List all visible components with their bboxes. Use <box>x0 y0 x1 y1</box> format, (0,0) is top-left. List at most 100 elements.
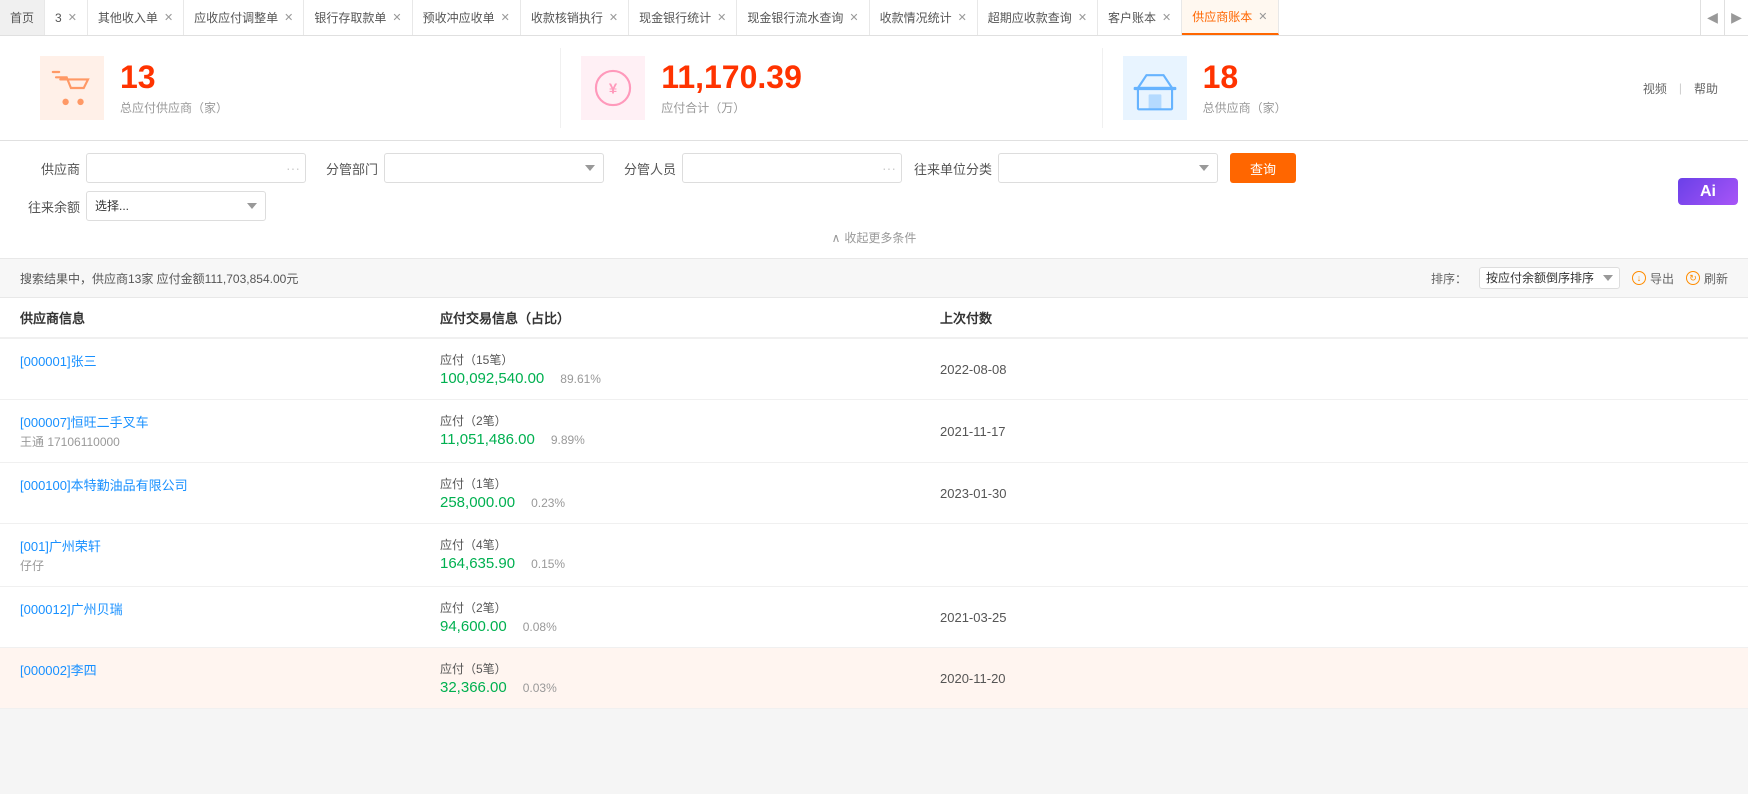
row-lastpay-cell: 2020-11-20 <box>940 660 1728 696</box>
table-row[interactable]: [000001]张三 应付（15笔） 100,092,540.00 89.61%… <box>0 339 1748 400</box>
table-row[interactable]: [001]广州荣轩 仔仔 应付（4笔） 164,635.90 0.15% <box>0 524 1748 587</box>
trans-amount: 100,092,540.00 <box>440 370 544 387</box>
supplier-link[interactable]: [001]广州荣轩 <box>20 536 440 555</box>
row-supplier-cell: [000007]恒旺二手叉车 王通 17106110000 <box>20 412 440 450</box>
row-lastpay-cell: 2022-08-08 <box>940 351 1728 387</box>
supplier-link[interactable]: [000001]张三 <box>20 351 440 370</box>
export-label: 导出 <box>1650 270 1674 287</box>
stat-number-total-suppliers: 18 <box>1203 60 1287 95</box>
collapse-label: 收起更多条件 <box>844 229 916 246</box>
close-tab-cashbank-stat[interactable]: ✕ <box>717 11 726 24</box>
row-lastpay-cell: 2021-03-25 <box>940 599 1728 635</box>
close-tab-other-income[interactable]: ✕ <box>164 11 173 24</box>
supplier-input[interactable] <box>86 153 306 183</box>
nav-tab-cashbank-flow[interactable]: 现金银行流水查询 ✕ <box>737 0 869 35</box>
table-row[interactable]: [000007]恒旺二手叉车 王通 17106110000 应付（2笔） 11,… <box>0 400 1748 463</box>
table-row[interactable]: [000012]广州贝瑞 应付（2笔） 94,600.00 0.08% 2021… <box>0 587 1748 648</box>
query-button[interactable]: 查询 <box>1230 153 1296 183</box>
trans-label: 应付（2笔） <box>440 412 940 429</box>
collapse-button[interactable]: ∧ 收起更多条件 <box>832 229 917 246</box>
row-transaction-cell: 应付（4笔） 164,635.90 0.15% <box>440 536 940 574</box>
close-tab-supplier-book[interactable]: ✕ <box>1258 10 1267 23</box>
row-transaction-cell: 应付（2笔） 11,051,486.00 9.89% <box>440 412 940 450</box>
table-header: 供应商信息 应付交易信息（占比） 上次付数 <box>0 298 1748 339</box>
sort-select[interactable]: 按应付余额倒序排序 <box>1479 267 1620 289</box>
category-select[interactable] <box>998 153 1218 183</box>
col-header-supplier: 供应商信息 <box>20 308 440 327</box>
video-link[interactable]: 视频 <box>1643 80 1667 97</box>
supplier-dots-icon[interactable]: ··· <box>286 160 300 176</box>
supplier-link[interactable]: [000002]李四 <box>20 660 440 679</box>
sort-label: 排序： <box>1431 270 1467 287</box>
close-tab-bank[interactable]: ✕ <box>392 11 401 24</box>
balance-select[interactable]: 选择... <box>86 191 266 221</box>
export-button[interactable]: ↓ 导出 <box>1632 270 1674 287</box>
nav-next-arrow[interactable]: ▶ <box>1724 0 1748 36</box>
col-header-transaction: 应付交易信息（占比） <box>440 308 940 327</box>
nav-tab-prepay[interactable]: 预收冲应收单 ✕ <box>413 0 521 35</box>
nav-tab-verify[interactable]: 收款核销执行 ✕ <box>521 0 629 35</box>
stat-block-suppliers: 13 总应付供应商（家） <box>20 48 560 128</box>
supplier-input-wrapper: ··· <box>86 153 306 183</box>
stat-label-total-suppliers: 总供应商（家） <box>1203 99 1287 116</box>
close-tab-customer-book[interactable]: ✕ <box>1162 11 1171 24</box>
payable-icon: ¥ <box>581 56 645 120</box>
row-transaction-cell: 应付（5笔） 32,366.00 0.03% <box>440 660 940 696</box>
main-table: 供应商信息 应付交易信息（占比） 上次付数 [000001]张三 应付（15笔）… <box>0 298 1748 709</box>
results-actions: 排序： 按应付余额倒序排序 ↓ 导出 ↻ 刷新 <box>1431 267 1728 289</box>
search-row-1: 供应商 ··· 分管部门 分管人员 ··· 往来单位分类 <box>20 153 1728 183</box>
nav-tab-customer-book[interactable]: 客户账本 ✕ <box>1098 0 1182 35</box>
dept-label: 分管部门 <box>318 159 378 178</box>
nav-tab-other-income[interactable]: 其他收入单 ✕ <box>88 0 184 35</box>
nav-tab-cashbank-stat[interactable]: 现金银行统计 ✕ <box>629 0 737 35</box>
nav-tab-overdue[interactable]: 超期应收款查询 ✕ <box>978 0 1098 35</box>
nav-tab-receipt-stat[interactable]: 收款情况统计 ✕ <box>870 0 978 35</box>
stats-header: 13 总应付供应商（家） ¥ 11,170.39 应付合计（万） <box>0 36 1748 141</box>
table-row[interactable]: [000100]本特勤油品有限公司 应付（1笔） 258,000.00 0.23… <box>0 463 1748 524</box>
trans-percent: 0.03% <box>523 681 557 695</box>
trans-amount-row: 164,635.90 0.15% <box>440 555 940 572</box>
close-tab-receipt-stat[interactable]: ✕ <box>958 11 967 24</box>
close-tab-cashbank-flow[interactable]: ✕ <box>849 11 858 24</box>
trans-percent: 9.89% <box>551 433 585 447</box>
nav-prev-arrow[interactable]: ◀ <box>1700 0 1724 36</box>
row-supplier-cell: [001]广州荣轩 仔仔 <box>20 536 440 574</box>
ai-badge[interactable]: Ai <box>1678 178 1738 205</box>
row-transaction-cell: 应付（15笔） 100,092,540.00 89.61% <box>440 351 940 387</box>
trans-percent: 0.08% <box>523 620 557 634</box>
trans-amount-row: 11,051,486.00 9.89% <box>440 431 940 448</box>
balance-label: 往来余额 <box>20 197 80 216</box>
search-field-category: 往来单位分类 <box>914 153 1218 183</box>
close-tab-prepay[interactable]: ✕ <box>501 11 510 24</box>
nav-tab-supplier-book[interactable]: 供应商账本 ✕ <box>1182 0 1278 35</box>
nav-tab-home[interactable]: 首页 <box>0 0 45 35</box>
close-tab-verify[interactable]: ✕ <box>609 11 618 24</box>
close-tab-3[interactable]: ✕ <box>68 11 77 24</box>
results-bar: 搜索结果中，供应商13家 应付金额111,703,854.00元 排序： 按应付… <box>0 259 1748 298</box>
stat-content-suppliers: 13 总应付供应商（家） <box>120 60 228 116</box>
refresh-button[interactable]: ↻ 刷新 <box>1686 270 1728 287</box>
row-supplier-cell: [000002]李四 <box>20 660 440 696</box>
dept-select[interactable] <box>384 153 604 183</box>
col-header-lastpay: 上次付数 <box>940 308 1728 327</box>
close-tab-overdue[interactable]: ✕ <box>1078 11 1087 24</box>
results-summary: 搜索结果中，供应商13家 应付金额111,703,854.00元 <box>20 270 298 287</box>
stat-label-payable: 应付合计（万） <box>661 99 802 116</box>
person-dots-icon[interactable]: ··· <box>882 160 896 176</box>
supplier-link[interactable]: [000007]恒旺二手叉车 <box>20 412 440 431</box>
table-row[interactable]: [000002]李四 应付（5笔） 32,366.00 0.03% 2020-1… <box>0 648 1748 709</box>
nav-tab-adjustment[interactable]: 应收应付调整单 ✕ <box>184 0 304 35</box>
close-tab-adjustment[interactable]: ✕ <box>284 11 293 24</box>
trans-label: 应付（5笔） <box>440 660 940 677</box>
help-link[interactable]: 帮助 <box>1694 80 1718 97</box>
trans-percent: 0.23% <box>531 496 565 510</box>
person-label: 分管人员 <box>616 159 676 178</box>
top-navigation: 首页 3 ✕ 其他收入单 ✕ 应收应付调整单 ✕ 银行存取款单 ✕ 预收冲应收单… <box>0 0 1748 36</box>
supplier-link[interactable]: [000012]广州贝瑞 <box>20 599 440 618</box>
trans-label: 应付（1笔） <box>440 475 940 492</box>
search-field-person: 分管人员 ··· <box>616 153 902 183</box>
nav-tab-bank[interactable]: 银行存取款单 ✕ <box>304 0 412 35</box>
person-input[interactable] <box>682 153 902 183</box>
supplier-link[interactable]: [000100]本特勤油品有限公司 <box>20 475 440 494</box>
nav-tab-3[interactable]: 3 ✕ <box>45 0 88 35</box>
